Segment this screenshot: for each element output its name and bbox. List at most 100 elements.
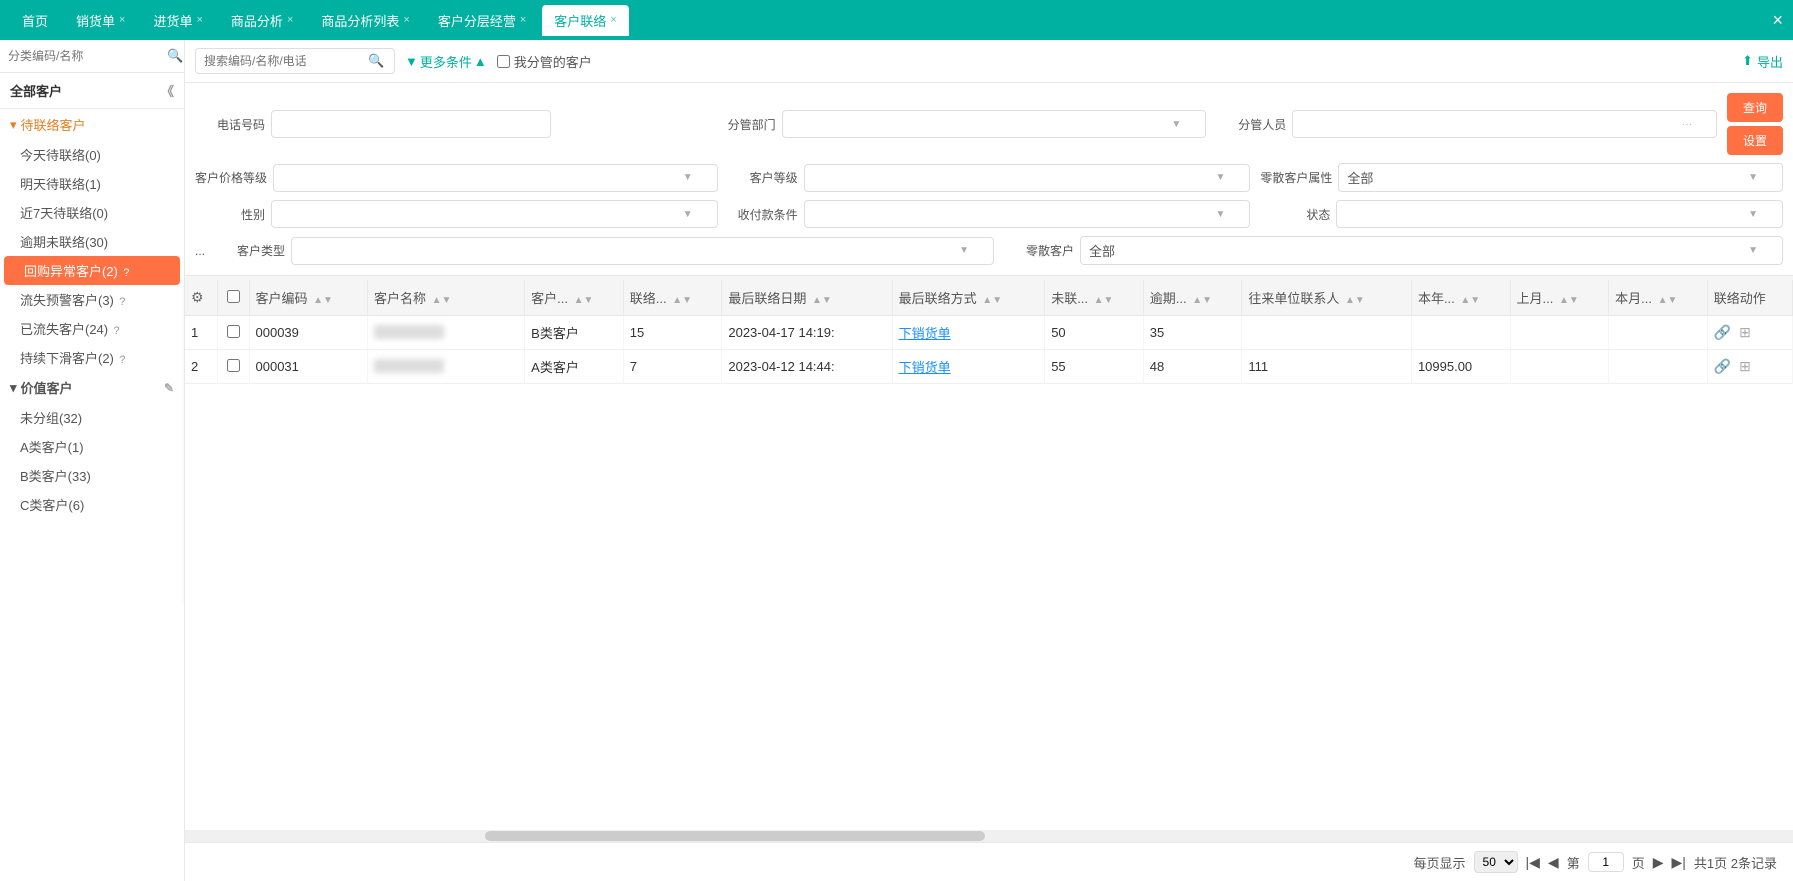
customer-type-select[interactable]: ▼ [291,237,994,265]
more-conditions-button[interactable]: ▼ 更多条件 ▲ [405,52,487,71]
export-button[interactable]: ⬆ 导出 [1742,52,1783,71]
next-page-button[interactable]: ▶ [1653,854,1664,871]
person-select[interactable]: ··· [1292,110,1717,138]
cell-checkbox[interactable] [217,316,249,350]
action-more-icon[interactable]: ⊞ [1739,324,1751,341]
sidebar-item-tomorrow[interactable]: 明天待联络(1) [0,169,184,198]
settings-icon[interactable]: ⚙ [191,289,204,305]
select-all-checkbox[interactable] [227,290,240,303]
cell-type: B类客户 [525,316,624,350]
sort-name-icon[interactable]: ▲▼ [432,296,452,306]
sidebar-item-churned[interactable]: 已流失客户(24) ? [0,314,184,343]
phone-label: 电话号码 [195,116,265,133]
retail-customer-select[interactable]: 全部 ▼ [1080,236,1783,265]
dept-select[interactable]: ▼ [782,110,1207,138]
status-label: 状态 [1260,206,1330,223]
close-sales-order-icon[interactable]: × [119,14,125,26]
sort-last-month-icon[interactable]: ▲▼ [1559,296,1579,306]
action-link-icon[interactable]: 🔗 [1714,324,1731,341]
settings-button[interactable]: 设置 [1727,126,1783,155]
sort-code-icon[interactable]: ▲▼ [313,296,333,306]
cell-checkbox[interactable] [217,350,249,384]
sort-this-month-icon[interactable]: ▲▼ [1658,296,1678,306]
phone-input[interactable] [271,110,551,138]
page-label: 第 [1567,853,1580,872]
th-settings[interactable]: ⚙ [185,280,217,316]
sidebar-section-pending[interactable]: ▾ 待联络客户 [0,109,184,140]
per-page-select[interactable]: 50 [1474,851,1518,873]
last-page-button[interactable]: ▶| [1672,854,1686,871]
close-customer-contact-icon[interactable]: × [610,14,616,26]
sidebar-item-overdue[interactable]: 逾期未联络(30) [0,227,184,256]
cell-last-contact-method[interactable]: 下销货单 [892,350,1045,384]
filter-row-2: 客户价格等级 ▼ 客户等级 ▼ 零散客户属性 全部 [195,163,1783,192]
sidebar-search-icon[interactable]: 🔍 [167,48,183,64]
customer-level-select[interactable]: ▼ [804,164,1251,192]
retail-attr-select[interactable]: 全部 ▼ [1338,163,1783,192]
first-page-button[interactable]: |◀ [1526,854,1540,871]
sidebar-item-class-c[interactable]: C类客户(6) [0,490,184,519]
query-button[interactable]: 查询 [1727,93,1783,122]
payment-select[interactable]: ▼ [804,200,1251,228]
price-level-select[interactable]: ▼ [273,164,718,192]
chevron-down-icon11: ▼ [959,245,969,256]
sidebar-item-7days[interactable]: 近7天待联络(0) [0,198,184,227]
cell-last-contact-method[interactable]: 下销货单 [892,316,1045,350]
sidebar-item-class-a[interactable]: A类客户(1) [0,432,184,461]
nav-customer-contact[interactable]: 客户联络 × [542,5,628,36]
sidebar-section-value[interactable]: ▾ 价值客户 ✎ [0,372,184,403]
window-close-button[interactable]: × [1772,10,1783,31]
sort-last-contact-method-icon[interactable]: ▲▼ [982,296,1002,306]
close-product-analysis-icon[interactable]: × [287,14,293,26]
sort-last-contact-date-icon[interactable]: ▲▼ [812,296,832,306]
sidebar-collapse-icon[interactable]: 《 [161,81,174,100]
nav-product-analysis[interactable]: 商品分析 × [219,5,305,36]
sidebar-item-abnormal-repurchase[interactable]: 回购异常客户(2) ? [4,256,180,285]
th-contact-count: 联络... ▲▼ [623,280,722,316]
my-customers-checkbox[interactable]: 我分管的客户 [497,52,592,71]
close-product-analysis-list-icon[interactable]: × [403,14,409,26]
close-customer-tier-icon[interactable]: × [520,14,526,26]
sidebar-item-today[interactable]: 今天待联络(0) [0,140,184,169]
nav-product-analysis-list[interactable]: 商品分析列表 × [309,5,421,36]
search-input[interactable] [204,54,364,68]
sort-contact-count-icon[interactable]: ▲▼ [672,296,692,306]
current-page-input[interactable] [1588,852,1624,872]
cell-unit-contact: 111 [1242,350,1412,384]
close-purchase-order-icon[interactable]: × [196,14,202,26]
th-checkbox[interactable] [217,280,249,316]
payment-label: 收付款条件 [728,206,798,223]
cell-last-month [1510,316,1609,350]
cell-action: 🔗 ⊞ [1707,316,1792,350]
sort-uncontacted-icon[interactable]: ▲▼ [1094,296,1114,306]
action-link-icon[interactable]: 🔗 [1714,358,1731,375]
status-select[interactable]: ▼ [1336,200,1783,228]
price-level-label: 客户价格等级 [195,169,267,186]
sidebar-item-churn-warning[interactable]: 流失预警客户(3) ? [0,285,184,314]
prev-page-button[interactable]: ◀ [1548,854,1559,871]
sort-this-year-icon[interactable]: ▲▼ [1460,296,1480,306]
nav-home[interactable]: 首页 [10,5,60,36]
nav-sales-order[interactable]: 销货单 × [64,5,137,36]
sidebar-item-class-b[interactable]: B类客户(33) [0,461,184,490]
sort-unit-contact-icon[interactable]: ▲▼ [1345,296,1365,306]
search-input-wrap[interactable]: 🔍 [195,48,395,74]
horizontal-scrollbar[interactable] [185,830,1793,842]
sidebar-search-input[interactable] [8,49,163,63]
gender-select[interactable]: ▼ [271,200,718,228]
sidebar-item-declining[interactable]: 持续下滑客户(2) ? [0,343,184,372]
nav-purchase-order[interactable]: 进货单 × [141,5,214,36]
content-area: 🔍 ▼ 更多条件 ▲ 我分管的客户 ⬆ 导出 电话号码 [185,40,1793,881]
action-more-icon[interactable]: ⊞ [1739,358,1751,375]
question-icon2: ? [113,325,119,337]
my-customers-input[interactable] [497,55,510,68]
th-last-contact-date: 最后联络日期 ▲▼ [722,280,892,316]
sort-overdue-icon[interactable]: ▲▼ [1192,296,1212,306]
search-icon[interactable]: 🔍 [368,53,384,69]
horizontal-scrollbar-thumb[interactable] [485,831,985,841]
sort-type-icon[interactable]: ▲▼ [574,296,594,306]
sidebar-item-ungroup[interactable]: 未分组(32) [0,403,184,432]
edit-icon[interactable]: ✎ [164,381,174,395]
nav-customer-tier[interactable]: 客户分层经营 × [426,5,538,36]
cell-type: A类客户 [525,350,624,384]
